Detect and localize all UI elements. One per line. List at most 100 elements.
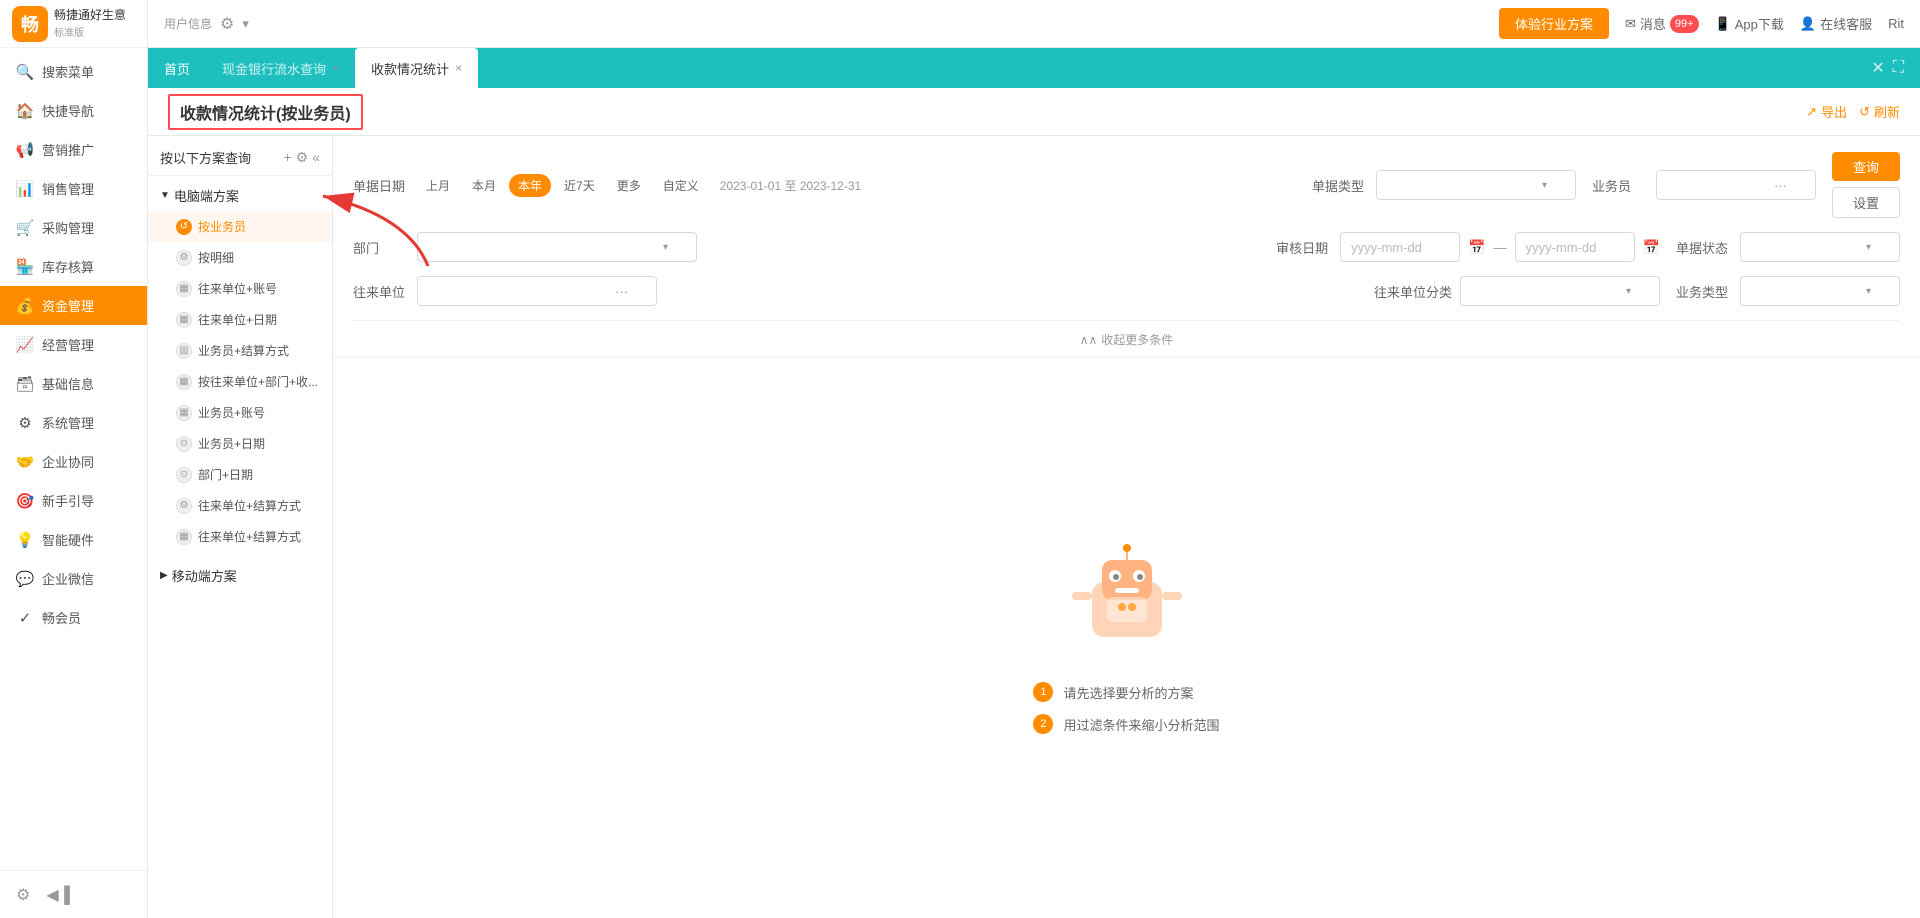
tab-collection-close-icon[interactable]: ×	[455, 61, 462, 75]
sidebar-item-search[interactable]: 🔍 搜索菜单	[0, 52, 147, 91]
sidebar-item-wechat[interactable]: 💬 企业微信	[0, 559, 147, 598]
sidebar-item-finance[interactable]: 💰 资金管理	[0, 286, 147, 325]
settings-button[interactable]: 设置	[1832, 187, 1900, 218]
tab-close-all-icon[interactable]: ✕	[1871, 58, 1884, 78]
collapse-sidebar-icon[interactable]: ◀▐	[46, 885, 70, 905]
sidebar-item-hardware-label: 智能硬件	[42, 530, 94, 549]
filter-reviewdate-start[interactable]: yyyy-mm-dd	[1340, 232, 1460, 262]
scheme-item-salesperson-payment[interactable]: ▥ 业务员+结算方式	[148, 335, 332, 366]
scheme-settings-icon[interactable]: ⚙	[296, 149, 309, 166]
scheme-item-counterparty-dept[interactable]: ▦ 按往来单位+部门+收...	[148, 366, 332, 397]
sidebar-item-system[interactable]: ⚙ 系统管理	[0, 403, 147, 442]
scheme-collapse-icon[interactable]: «	[312, 149, 320, 166]
filter-row-2: 部门 ▾ 审核日期 yyyy-mm-dd 📅 —	[353, 232, 1900, 262]
scheme-item-detail-label: 按明细	[198, 249, 234, 266]
tab-home[interactable]: 首页	[148, 48, 206, 88]
tab-expand-icon[interactable]: ⛶	[1893, 59, 1904, 77]
salesperson-more-icon[interactable]: ···	[1774, 178, 1787, 193]
settings-bottom-icon[interactable]: ⚙	[16, 885, 30, 905]
date-tab-thismonth[interactable]: 本月	[463, 174, 505, 197]
sidebar-item-purchase-label: 采购管理	[42, 218, 94, 237]
filter-doctype-select[interactable]: ▾	[1376, 170, 1576, 200]
sidebar-bottom: ⚙ ◀▐	[0, 870, 147, 918]
filter-dept-select[interactable]: ▾	[417, 232, 697, 262]
scheme-item-dd-label: 部门+日期	[198, 466, 253, 483]
sidebar-item-operations[interactable]: 📈 经营管理	[0, 325, 147, 364]
scheme-item-cpd-icon: ▦	[176, 312, 192, 328]
sidebar-item-inventory[interactable]: 🏪 库存核算	[0, 247, 147, 286]
date-tab-last7days[interactable]: 近7天	[555, 174, 604, 197]
filter-biztype-select[interactable]: ▾	[1740, 276, 1900, 306]
sidebar-item-member-label: 畅会员	[42, 608, 81, 627]
reviewdate-end-calendar-icon[interactable]: 📅	[1643, 239, 1660, 256]
tab-collection[interactable]: 收款情况统计 ×	[355, 48, 478, 88]
filter-salesperson-select[interactable]: ···	[1656, 170, 1816, 200]
scheme-panel-header: 按以下方案查询 + ⚙ «	[148, 136, 332, 176]
scheme-item-detail[interactable]: ⚙ 按明细	[148, 242, 332, 273]
online-service-btn[interactable]: 👤 在线客服	[1800, 14, 1872, 33]
scheme-item-cp-payment2[interactable]: ▦ 往来单位+结算方式	[148, 521, 332, 552]
online-service-label: 在线客服	[1820, 14, 1872, 33]
scheme-item-salesperson[interactable]: ↺ 按业务员	[148, 211, 332, 242]
scheme-item-cp-payment1[interactable]: ⚙ 往来单位+结算方式	[148, 490, 332, 521]
date-tab-custom[interactable]: 自定义	[654, 174, 708, 197]
scheme-item-salesperson-account[interactable]: ▦ 业务员+账号	[148, 397, 332, 428]
sidebar-item-guide-label: 新手引导	[42, 491, 94, 510]
tab-bank-close-icon[interactable]: ×	[332, 61, 339, 75]
sidebar-item-purchase[interactable]: 🛒 采购管理	[0, 208, 147, 247]
scheme-header-title: 按以下方案查询	[160, 148, 277, 167]
sidebar-item-sales[interactable]: 📊 销售管理	[0, 169, 147, 208]
trial-button[interactable]: 体验行业方案	[1499, 8, 1609, 39]
header-gear-icon[interactable]: ⚙	[220, 14, 234, 34]
scheme-section-mobile-header[interactable]: ▶ 移动端方案	[148, 560, 332, 591]
sidebar-item-enterprise[interactable]: 🤝 企业协同	[0, 442, 147, 481]
app-download-btn[interactable]: 📱 App下载	[1715, 14, 1784, 33]
sidebar-item-marketing[interactable]: 📢 营销推广	[0, 130, 147, 169]
scheme-add-icon[interactable]: +	[283, 149, 291, 166]
scheme-section-desktop-header[interactable]: ▼ 电脑端方案	[148, 180, 332, 211]
scheme-item-salesperson-date[interactable]: ⊙ 业务员+日期	[148, 428, 332, 459]
scheme-item-counterparty-date[interactable]: ▦ 往来单位+日期	[148, 304, 332, 335]
marketing-icon: 📢	[16, 141, 34, 159]
filter-counterparty-select[interactable]: ···	[417, 276, 657, 306]
export-button[interactable]: ↗ 导出	[1806, 102, 1847, 121]
sidebar-item-hardware[interactable]: 💡 智能硬件	[0, 520, 147, 559]
scheme-item-cpp2-icon: ▦	[176, 529, 192, 545]
date-tab-thisyear[interactable]: 本年	[509, 174, 551, 197]
tab-bar: 首页 现金银行流水查询 × 收款情况统计 × ✕ ⛶	[148, 48, 1920, 88]
sidebar-item-member[interactable]: ✓ 畅会员	[0, 598, 147, 637]
sidebar-item-quicknav[interactable]: 🏠 快捷导航	[0, 91, 147, 130]
filter-docstatus-select[interactable]: ▾	[1740, 232, 1900, 262]
scheme-item-cpa-icon: ▦	[176, 281, 192, 297]
tab-bank-label: 现金银行流水查询	[222, 59, 326, 78]
tab-bank[interactable]: 现金银行流水查询 ×	[206, 48, 355, 88]
logo-name: 畅捷通好生意	[54, 8, 126, 24]
counterparty-more-icon[interactable]: ···	[615, 284, 628, 299]
refresh-button[interactable]: ↺ 刷新	[1859, 102, 1900, 121]
header-actions: 体验行业方案 ✉ 消息 99+ 📱 App下载 👤 在线客服 Rit	[1499, 8, 1904, 39]
reviewdate-start-calendar-icon[interactable]: 📅	[1468, 239, 1485, 256]
collapse-bar[interactable]: ∧∧ 收起更多条件	[353, 320, 1900, 356]
scheme-item-cpa-label: 往来单位+账号	[198, 280, 277, 297]
filter-cpcategory-select[interactable]: ▾	[1460, 276, 1660, 306]
sidebar-item-enterprise-label: 企业协同	[42, 452, 94, 471]
sidebar-item-guide[interactable]: 🎯 新手引导	[0, 481, 147, 520]
sidebar-item-basicinfo[interactable]: 🗃 基础信息	[0, 364, 147, 403]
step-2-text: 用过滤条件来缩小分析范围	[1063, 715, 1219, 734]
filter-biztype-label: 业务类型	[1676, 282, 1732, 301]
query-button[interactable]: 查询	[1832, 152, 1900, 181]
header-dropdown-icon[interactable]: ▾	[242, 16, 249, 32]
scheme-section-mobile: ▶ 移动端方案	[148, 556, 332, 595]
date-tab-more[interactable]: 更多	[608, 174, 650, 197]
scheme-item-dept-date[interactable]: ⊙ 部门+日期	[148, 459, 332, 490]
scheme-section-desktop: ▼ 电脑端方案 ↺ 按业务员 ⚙ 按明细 ▦ 往来单位+账号 ▦ 往来单位	[148, 176, 332, 556]
scheme-item-counterparty-account[interactable]: ▦ 往来单位+账号	[148, 273, 332, 304]
user-avatar[interactable]: Rit	[1888, 16, 1904, 31]
filter-reviewdate-end[interactable]: yyyy-mm-dd	[1515, 232, 1635, 262]
scheme-item-cpp2-label: 往来单位+结算方式	[198, 528, 301, 545]
scheme-item-cpd2-icon: ▦	[176, 374, 192, 390]
empty-area: 1 请先选择要分析的方案 2 用过滤条件来缩小分析范围	[333, 358, 1920, 918]
date-tab-lastmonth[interactable]: 上月	[417, 174, 459, 197]
scheme-item-sa-label: 业务员+账号	[198, 404, 265, 421]
message-btn[interactable]: ✉ 消息 99+	[1625, 14, 1699, 33]
